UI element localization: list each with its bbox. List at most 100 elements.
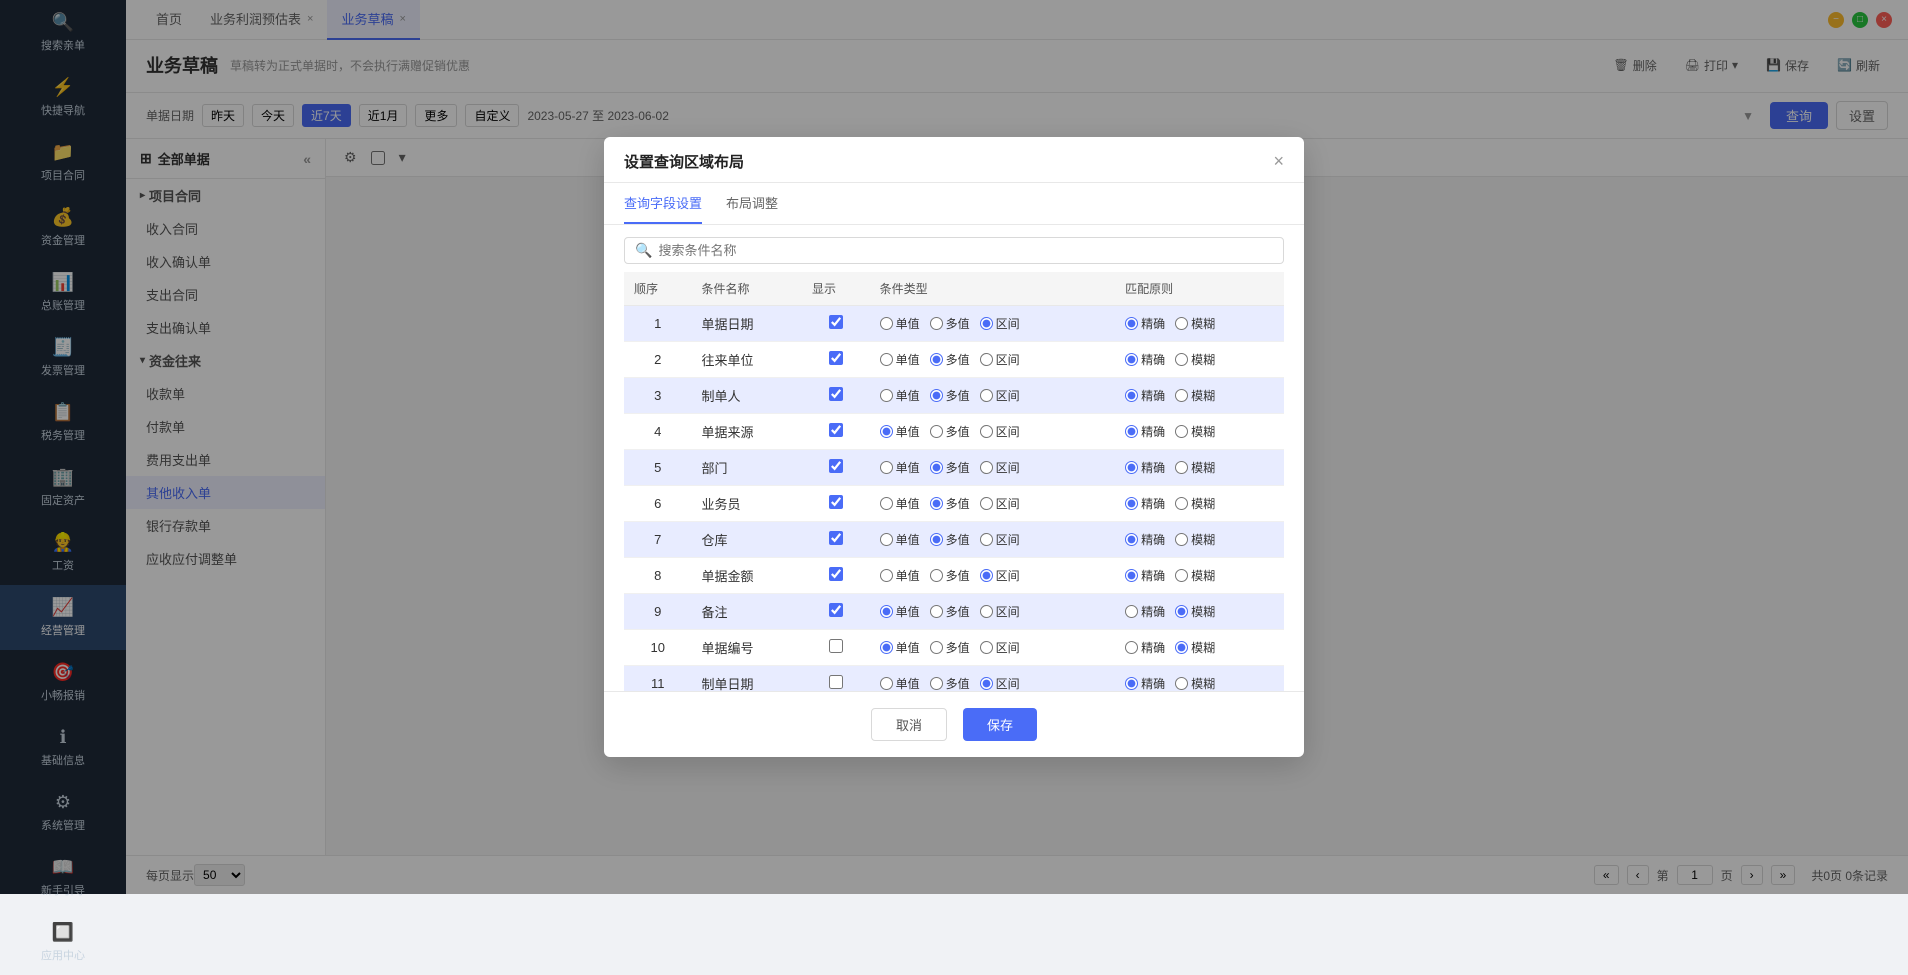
radio-single[interactable]: 单值 [880,675,920,691]
radio-exact[interactable]: 精确 [1125,531,1165,548]
radio-multi-input[interactable] [930,533,943,546]
radio-exact-input[interactable] [1125,425,1138,438]
radio-range[interactable]: 区间 [980,567,1020,584]
radio-range[interactable]: 区间 [980,459,1020,476]
row-condtype[interactable]: 单值 多值 区间 [870,630,1116,666]
radio-multi[interactable]: 多值 [930,351,970,368]
radio-range[interactable]: 区间 [980,603,1020,620]
dialog-tab-layout[interactable]: 布局调整 [726,183,778,224]
radio-multi[interactable]: 多值 [930,459,970,476]
radio-fuzzy-input[interactable] [1175,497,1188,510]
radio-single[interactable]: 单值 [880,351,920,368]
sidebar-item-apps[interactable]: 🔲 应用中心 [0,910,126,975]
show-checkbox[interactable] [829,351,843,365]
radio-exact[interactable]: 精确 [1125,315,1165,332]
radio-multi[interactable]: 多值 [930,675,970,691]
row-condtype[interactable]: 单值 多值 区间 [870,342,1116,378]
radio-multi[interactable]: 多值 [930,315,970,332]
radio-single[interactable]: 单值 [880,603,920,620]
row-condtype[interactable]: 单值 多值 区间 [870,594,1116,630]
radio-range-input[interactable] [980,317,993,330]
radio-exact-input[interactable] [1125,353,1138,366]
radio-exact[interactable]: 精确 [1125,495,1165,512]
radio-multi-input[interactable] [930,317,943,330]
radio-single-input[interactable] [880,533,893,546]
radio-fuzzy[interactable]: 模糊 [1175,639,1215,656]
radio-single-input[interactable] [880,641,893,654]
radio-multi[interactable]: 多值 [930,387,970,404]
radio-single-input[interactable] [880,389,893,402]
radio-fuzzy-input[interactable] [1175,677,1188,690]
radio-multi-input[interactable] [930,641,943,654]
show-checkbox[interactable] [829,639,843,653]
show-checkbox[interactable] [829,423,843,437]
radio-fuzzy[interactable]: 模糊 [1175,675,1215,691]
radio-exact-input[interactable] [1125,569,1138,582]
show-checkbox[interactable] [829,387,843,401]
show-checkbox[interactable] [829,567,843,581]
radio-exact[interactable]: 精确 [1125,351,1165,368]
radio-fuzzy-input[interactable] [1175,353,1188,366]
radio-multi[interactable]: 多值 [930,603,970,620]
row-show[interactable] [802,378,870,414]
radio-single-input[interactable] [880,461,893,474]
radio-single[interactable]: 单值 [880,387,920,404]
dialog-tab-fields[interactable]: 查询字段设置 [624,183,702,224]
radio-fuzzy-input[interactable] [1175,533,1188,546]
show-checkbox[interactable] [829,459,843,473]
row-matchtype[interactable]: 精确 模糊 [1115,486,1284,522]
radio-single-input[interactable] [880,353,893,366]
radio-exact[interactable]: 精确 [1125,387,1165,404]
radio-fuzzy-input[interactable] [1175,641,1188,654]
radio-range[interactable]: 区间 [980,423,1020,440]
radio-fuzzy[interactable]: 模糊 [1175,315,1215,332]
radio-exact-input[interactable] [1125,497,1138,510]
radio-exact-input[interactable] [1125,533,1138,546]
radio-fuzzy[interactable]: 模糊 [1175,495,1215,512]
radio-exact[interactable]: 精确 [1125,675,1165,691]
radio-exact[interactable]: 精确 [1125,459,1165,476]
row-matchtype[interactable]: 精确 模糊 [1115,306,1284,342]
radio-fuzzy-input[interactable] [1175,389,1188,402]
row-condtype[interactable]: 单值 多值 区间 [870,522,1116,558]
radio-exact[interactable]: 精确 [1125,639,1165,656]
radio-range-input[interactable] [980,389,993,402]
show-checkbox[interactable] [829,495,843,509]
row-show[interactable] [802,630,870,666]
radio-range[interactable]: 区间 [980,351,1020,368]
row-matchtype[interactable]: 精确 模糊 [1115,666,1284,692]
cancel-button[interactable]: 取消 [871,708,947,741]
radio-exact-input[interactable] [1125,461,1138,474]
row-condtype[interactable]: 单值 多值 区间 [870,666,1116,692]
radio-range-input[interactable] [980,569,993,582]
radio-range-input[interactable] [980,425,993,438]
row-matchtype[interactable]: 精确 模糊 [1115,450,1284,486]
radio-single[interactable]: 单值 [880,315,920,332]
radio-exact[interactable]: 精确 [1125,567,1165,584]
radio-single-input[interactable] [880,317,893,330]
radio-range[interactable]: 区间 [980,675,1020,691]
radio-multi[interactable]: 多值 [930,495,970,512]
radio-single[interactable]: 单值 [880,639,920,656]
row-condtype[interactable]: 单值 多值 区间 [870,378,1116,414]
radio-single[interactable]: 单值 [880,567,920,584]
radio-exact-input[interactable] [1125,605,1138,618]
radio-fuzzy[interactable]: 模糊 [1175,603,1215,620]
row-show[interactable] [802,342,870,378]
radio-multi-input[interactable] [930,389,943,402]
radio-multi-input[interactable] [930,605,943,618]
radio-range[interactable]: 区间 [980,495,1020,512]
radio-multi[interactable]: 多值 [930,567,970,584]
row-condtype[interactable]: 单值 多值 区间 [870,486,1116,522]
radio-fuzzy-input[interactable] [1175,605,1188,618]
show-checkbox[interactable] [829,315,843,329]
row-matchtype[interactable]: 精确 模糊 [1115,630,1284,666]
radio-single-input[interactable] [880,677,893,690]
radio-exact[interactable]: 精确 [1125,423,1165,440]
radio-single-input[interactable] [880,497,893,510]
radio-multi[interactable]: 多值 [930,531,970,548]
show-checkbox[interactable] [829,603,843,617]
row-condtype[interactable]: 单值 多值 区间 [870,558,1116,594]
row-condtype[interactable]: 单值 多值 区间 [870,450,1116,486]
radio-fuzzy[interactable]: 模糊 [1175,531,1215,548]
